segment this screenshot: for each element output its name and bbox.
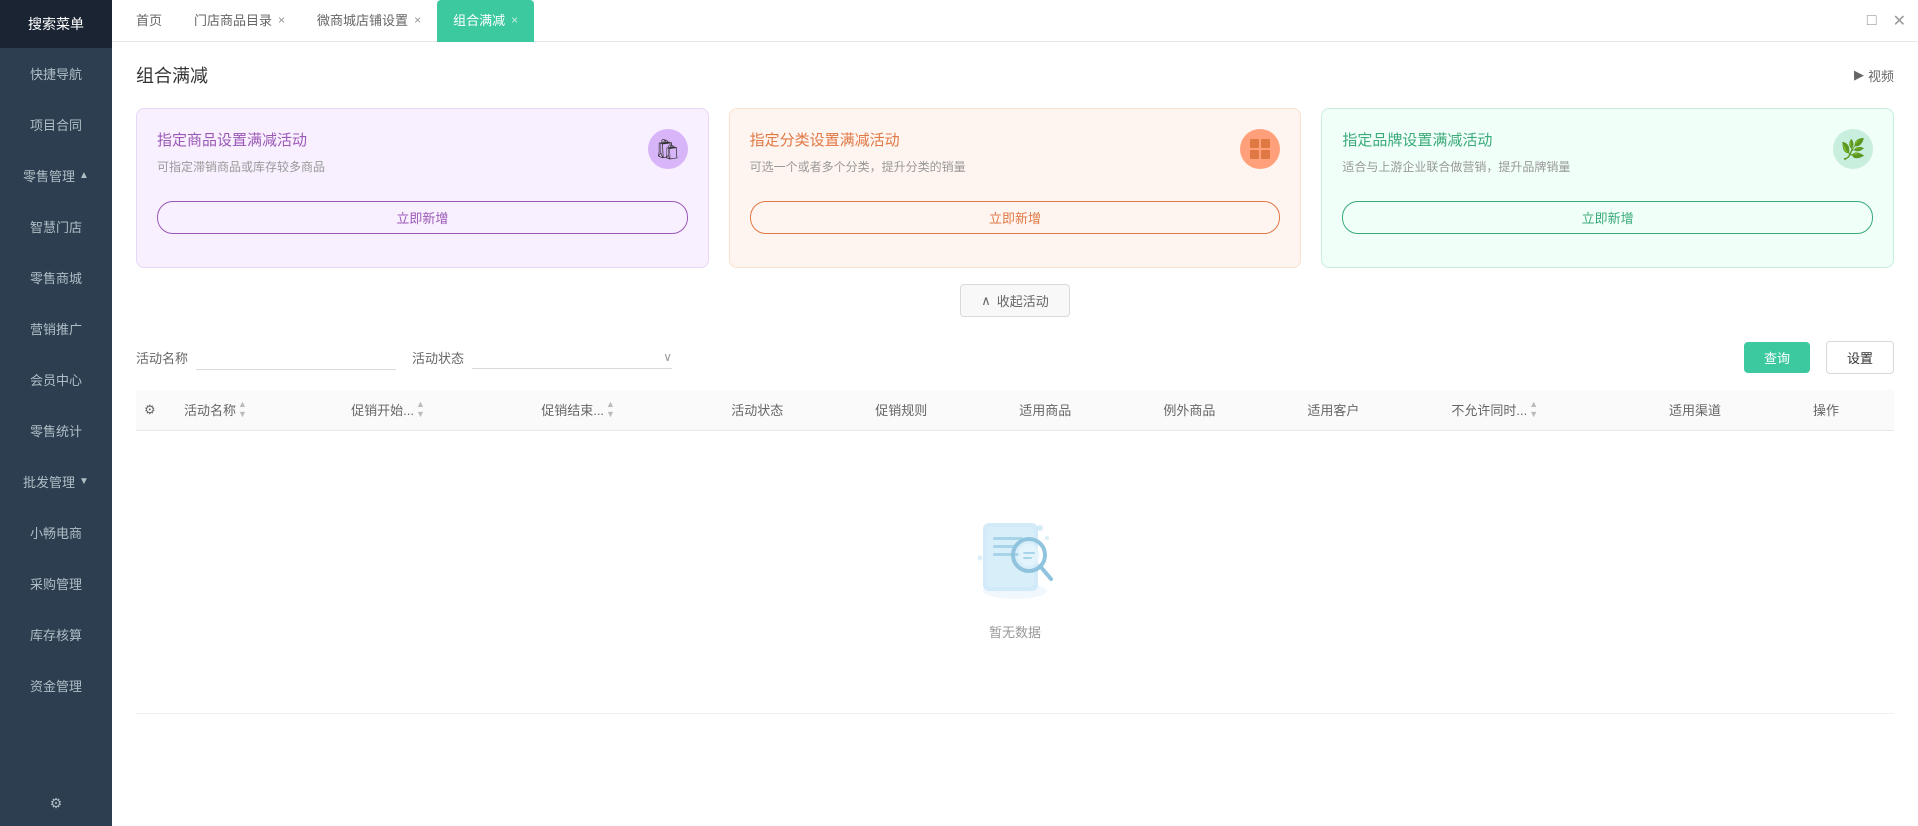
sidebar-item-wholesale-mgmt[interactable]: 批发管理 ▼: [0, 456, 112, 507]
play-icon: ▶: [1854, 67, 1864, 83]
product-card-icon: 🛍: [648, 129, 688, 169]
activity-status-select[interactable]: ∨: [472, 346, 672, 369]
sidebar-item-member-center[interactable]: 会员中心: [0, 354, 112, 405]
tab-combo-discount[interactable]: 组合满减 ×: [437, 0, 534, 42]
window-restore-btn[interactable]: □: [1863, 8, 1881, 34]
product-card-title: 指定商品设置满减活动: [157, 129, 688, 150]
th-applicable-channel: 适用渠道: [1661, 390, 1805, 430]
expand-arrow-icon: ▲: [79, 170, 89, 181]
th-excluded-goods: 例外商品: [1155, 390, 1299, 430]
tab-close-combo-discount[interactable]: ×: [511, 13, 518, 27]
activity-cards: 指定商品设置满减活动 🛍 可指定滞销商品或库存较多商品 立即新增 指定分类设置满…: [136, 108, 1894, 268]
sidebar-settings[interactable]: ⚙: [0, 781, 112, 826]
th-activity-name[interactable]: 活动名称 ▲▼: [176, 390, 343, 430]
page-content: 组合满减 ▶ 视频 指定商品设置满减活动 🛍 可指定滞销商品或库存较多商品 立即…: [112, 42, 1918, 826]
window-controls: □ ✕: [1863, 7, 1910, 35]
tab-store-catalog[interactable]: 门店商品目录 ×: [178, 0, 301, 42]
table-header-row: ⚙ 活动名称 ▲▼ 促销开始... ▲▼: [136, 390, 1894, 430]
activity-status-label: 活动状态: [412, 348, 464, 367]
settings-icon: ⚙: [50, 795, 63, 811]
product-card-desc: 可指定滞销商品或库存较多商品: [157, 158, 688, 177]
product-activity-card: 指定商品设置满减活动 🛍 可指定滞销商品或库存较多商品 立即新增: [136, 108, 709, 268]
tab-bar: 首页 门店商品目录 × 微商城店铺设置 × 组合满减 × □ ✕: [112, 0, 1918, 42]
sidebar-item-retail-mgmt[interactable]: 零售管理 ▲: [0, 150, 112, 201]
collapse-bar: ∧ 收起活动: [136, 284, 1894, 317]
th-settings[interactable]: ⚙: [136, 390, 176, 430]
sidebar: 搜索菜单 快捷导航 项目合同 零售管理 ▲ 智慧门店 零售商城 营销推广 会员中…: [0, 0, 112, 826]
grid-icon: [1248, 137, 1272, 161]
th-not-allow-same[interactable]: 不允许同时... ▲▼: [1443, 390, 1661, 430]
sidebar-item-xiaochangec[interactable]: 小畅电商: [0, 507, 112, 558]
sidebar-item-quick-nav[interactable]: 快捷导航: [0, 48, 112, 99]
query-button[interactable]: 查询: [1744, 342, 1810, 373]
dropdown-arrow-icon: ∨: [663, 350, 672, 364]
window-close-btn[interactable]: ✕: [1889, 7, 1910, 35]
sidebar-search[interactable]: 搜索菜单: [0, 0, 112, 48]
brand-card-icon: 🌿: [1833, 129, 1873, 169]
category-card-title: 指定分类设置满减活动: [750, 129, 1281, 150]
collapse-activity-btn[interactable]: ∧ 收起活动: [960, 284, 1070, 317]
sort-promo-end-icon: ▲▼: [606, 400, 615, 420]
empty-icon: [164, 503, 1866, 606]
sidebar-item-smart-store[interactable]: 智慧门店: [0, 201, 112, 252]
category-card-add-btn[interactable]: 立即新增: [750, 201, 1281, 234]
sidebar-item-inventory[interactable]: 库存核算: [0, 609, 112, 660]
brand-card-title: 指定品牌设置满减活动: [1342, 129, 1873, 150]
brand-activity-card: 指定品牌设置满减活动 🌿 适合与上游企业联合做营销，提升品牌销量 立即新增: [1321, 108, 1894, 268]
page-title: 组合满减: [136, 62, 208, 88]
product-card-add-btn[interactable]: 立即新增: [157, 201, 688, 234]
table-body: 暂无数据: [136, 430, 1894, 713]
th-applicable-goods: 适用商品: [1011, 390, 1155, 430]
sidebar-search-label: 搜索菜单: [28, 16, 84, 32]
empty-illustration: [955, 503, 1075, 603]
brand-card-add-btn[interactable]: 立即新增: [1342, 201, 1873, 234]
activity-status-field: 活动状态 ∨: [412, 346, 672, 369]
th-promo-start[interactable]: 促销开始... ▲▼: [343, 390, 533, 430]
empty-state-row: 暂无数据: [136, 430, 1894, 713]
th-promo-rule: 促销规则: [867, 390, 1011, 430]
main-area: 首页 门店商品目录 × 微商城店铺设置 × 组合满减 × □ ✕ 组合满减 ▶ …: [112, 0, 1918, 826]
category-activity-card: 指定分类设置满减活动 可选一个或者多个分类，提升分类的销量 立即新增: [729, 108, 1302, 268]
gear-icon: ⚙: [144, 402, 156, 417]
activity-name-input[interactable]: [196, 346, 396, 370]
setting-button[interactable]: 设置: [1826, 341, 1894, 374]
bag-icon: 🛍: [655, 137, 680, 162]
data-table: ⚙ 活动名称 ▲▼ 促销开始... ▲▼: [136, 390, 1894, 714]
collapse-chevron-icon: ∧: [981, 293, 991, 309]
sort-not-allow-same-icon: ▲▼: [1529, 400, 1538, 420]
category-card-desc: 可选一个或者多个分类，提升分类的销量: [750, 158, 1281, 177]
activity-name-field: 活动名称: [136, 346, 396, 370]
empty-state: 暂无数据: [144, 443, 1886, 701]
th-promo-end[interactable]: 促销结束... ▲▼: [533, 390, 723, 430]
tab-wechat-store[interactable]: 微商城店铺设置 ×: [301, 0, 437, 42]
tab-home[interactable]: 首页: [120, 0, 178, 42]
th-operation: 操作: [1805, 390, 1894, 430]
page-header: 组合满减 ▶ 视频: [136, 62, 1894, 88]
th-activity-status: 活动状态: [723, 390, 867, 430]
sidebar-item-finance-mgmt[interactable]: 资金管理: [0, 660, 112, 711]
sidebar-item-project-contract[interactable]: 项目合同: [0, 99, 112, 150]
tab-close-wechat-store[interactable]: ×: [414, 13, 421, 27]
leaf-icon: 🌿: [1841, 137, 1866, 162]
sidebar-item-marketing[interactable]: 营销推广: [0, 303, 112, 354]
video-link[interactable]: ▶ 视频: [1854, 66, 1894, 85]
empty-text: 暂无数据: [164, 622, 1866, 641]
sidebar-item-retail-stats[interactable]: 零售统计: [0, 405, 112, 456]
brand-card-desc: 适合与上游企业联合做营销，提升品牌销量: [1342, 158, 1873, 177]
tab-close-store-catalog[interactable]: ×: [278, 13, 285, 27]
sidebar-item-retail-mall[interactable]: 零售商城: [0, 252, 112, 303]
expand-arrow-icon-2: ▼: [79, 476, 89, 487]
sort-activity-name-icon: ▲▼: [238, 400, 247, 420]
search-bar: 活动名称 活动状态 ∨ 查询 设置: [136, 341, 1894, 374]
activity-name-label: 活动名称: [136, 348, 188, 367]
th-applicable-customer: 适用客户: [1299, 390, 1443, 430]
sidebar-item-purchase-mgmt[interactable]: 采购管理: [0, 558, 112, 609]
sort-promo-start-icon: ▲▼: [416, 400, 425, 420]
